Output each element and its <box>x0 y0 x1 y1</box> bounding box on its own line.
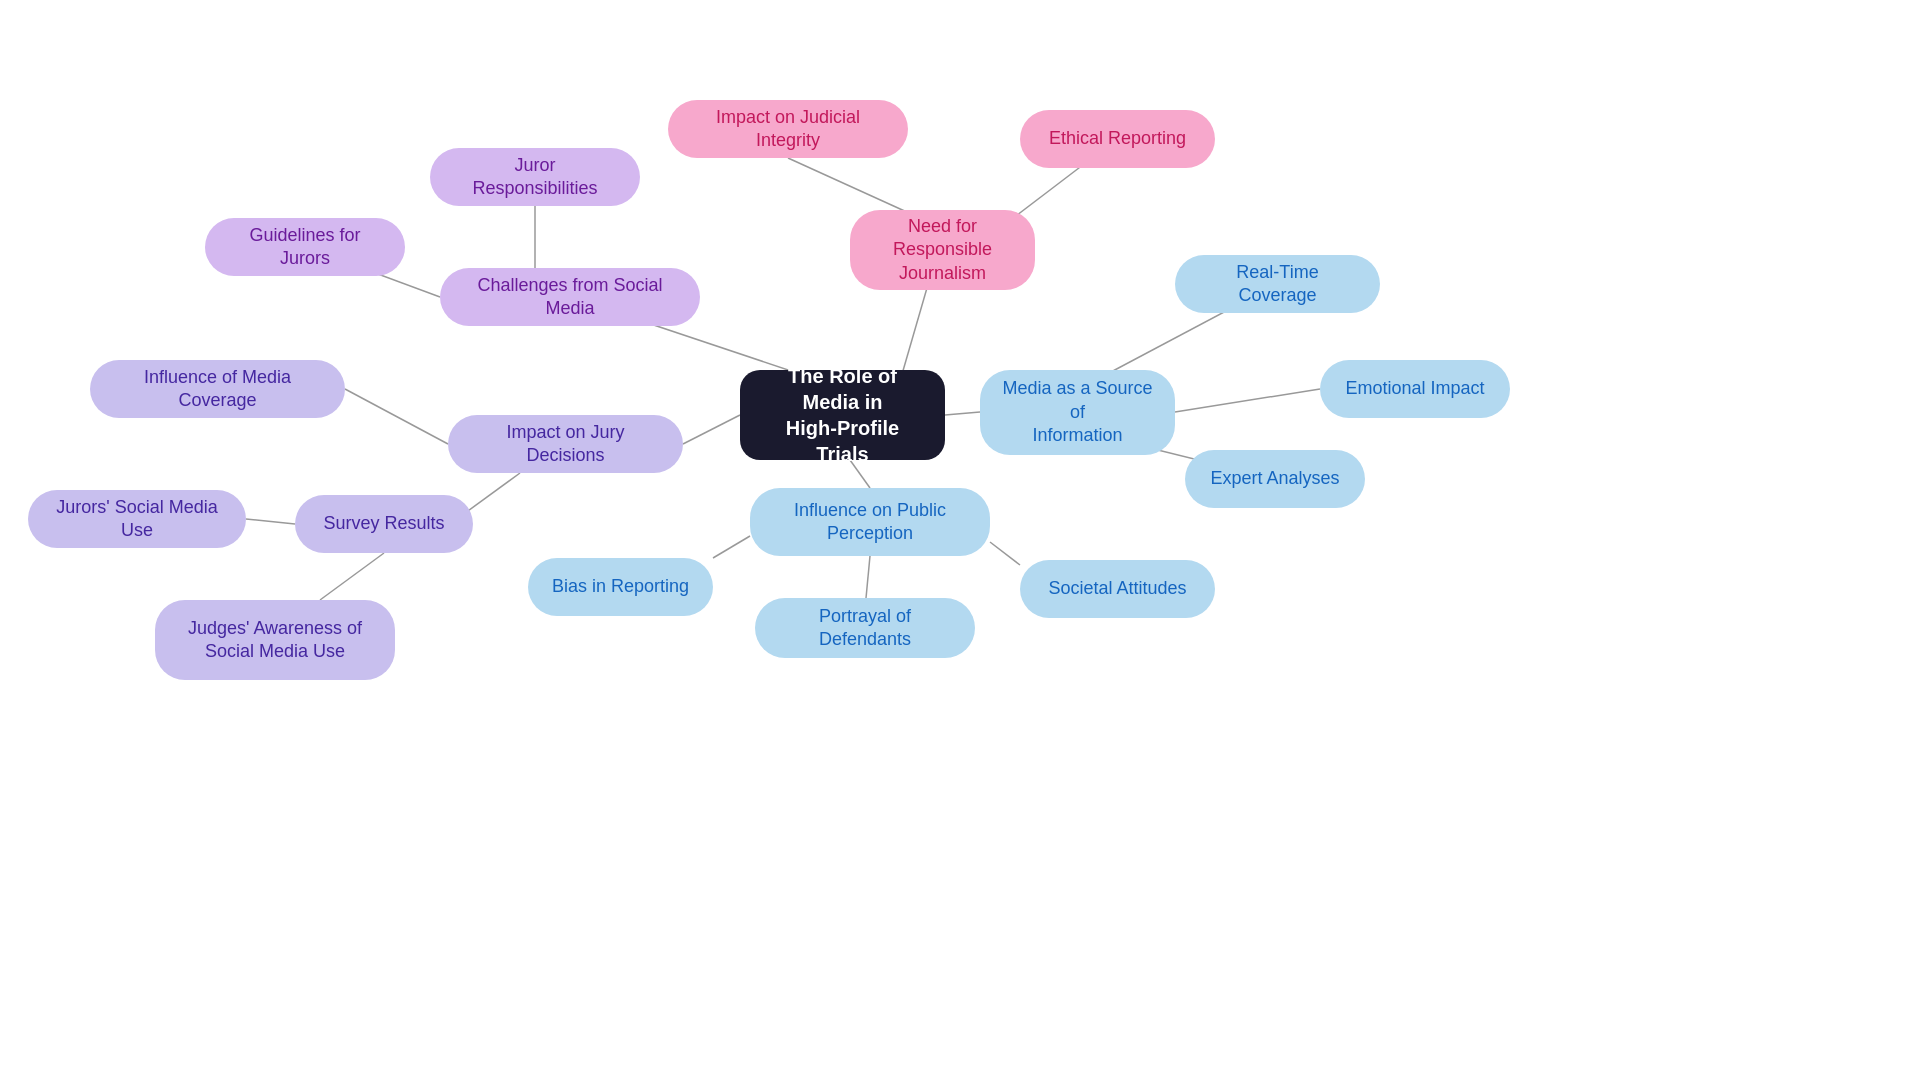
expert-analyses-node: Expert Analyses <box>1185 450 1365 508</box>
svg-line-13 <box>246 519 295 524</box>
guidelines-jurors-label: Guidelines for Jurors <box>227 224 383 271</box>
impact-jury-node: Impact on Jury Decisions <box>448 415 683 473</box>
portrayal-defendants-label: Portrayal of Defendants <box>777 605 953 652</box>
survey-results-label: Survey Results <box>323 512 444 535</box>
realtime-coverage-node: Real-Time Coverage <box>1175 255 1380 313</box>
influence-media-cov-node: Influence of Media Coverage <box>90 360 345 418</box>
realtime-coverage-label: Real-Time Coverage <box>1197 261 1358 308</box>
ethical-reporting-node: Ethical Reporting <box>1020 110 1215 168</box>
expert-analyses-label: Expert Analyses <box>1210 467 1339 490</box>
ethical-reporting-label: Ethical Reporting <box>1049 127 1186 150</box>
svg-line-18 <box>990 542 1020 565</box>
need-responsible-label: Need for Responsible Journalism <box>872 215 1013 285</box>
need-responsible-node: Need for Responsible Journalism <box>850 210 1035 290</box>
survey-results-node: Survey Results <box>295 495 473 553</box>
svg-line-8 <box>1175 389 1320 412</box>
svg-line-14 <box>320 553 384 600</box>
impact-judicial-node: Impact on Judicial Integrity <box>668 100 908 158</box>
svg-line-6 <box>945 412 980 415</box>
jurors-social-node: Jurors' Social Media Use <box>28 490 246 548</box>
societal-attitudes-label: Societal Attitudes <box>1048 577 1186 600</box>
emotional-impact-node: Emotional Impact <box>1320 360 1510 418</box>
center-label: The Role of Media in High-Profile Trials <box>762 363 923 467</box>
svg-line-16 <box>713 536 750 558</box>
jurors-social-label: Jurors' Social Media Use <box>50 496 224 543</box>
juror-responsibilities-node: Juror Responsibilities <box>430 148 640 206</box>
emotional-impact-label: Emotional Impact <box>1345 377 1484 400</box>
judges-awareness-label: Judges' Awareness of Social Media Use <box>177 617 373 664</box>
portrayal-defendants-node: Portrayal of Defendants <box>755 598 975 658</box>
media-source-label: Media as a Source of Information <box>1002 377 1153 447</box>
bias-reporting-label: Bias in Reporting <box>552 575 689 598</box>
influence-public-label: Influence on Public Perception <box>772 499 968 546</box>
juror-responsibilities-label: Juror Responsibilities <box>452 154 618 201</box>
challenges-social-node: Challenges from Social Media <box>440 268 700 326</box>
challenges-social-label: Challenges from Social Media <box>462 274 678 321</box>
media-source-node: Media as a Source of Information <box>980 370 1175 455</box>
influence-public-node: Influence on Public Perception <box>750 488 990 556</box>
societal-attitudes-node: Societal Attitudes <box>1020 560 1215 618</box>
impact-jury-label: Impact on Jury Decisions <box>470 421 661 468</box>
svg-line-17 <box>866 556 870 598</box>
svg-line-10 <box>683 415 740 444</box>
guidelines-jurors-node: Guidelines for Jurors <box>205 218 405 276</box>
center-node: The Role of Media in High-Profile Trials <box>740 370 945 460</box>
impact-judicial-label: Impact on Judicial Integrity <box>690 106 886 153</box>
influence-media-cov-label: Influence of Media Coverage <box>112 366 323 413</box>
svg-line-11 <box>345 389 448 444</box>
judges-awareness-node: Judges' Awareness of Social Media Use <box>155 600 395 680</box>
bias-reporting-node: Bias in Reporting <box>528 558 713 616</box>
